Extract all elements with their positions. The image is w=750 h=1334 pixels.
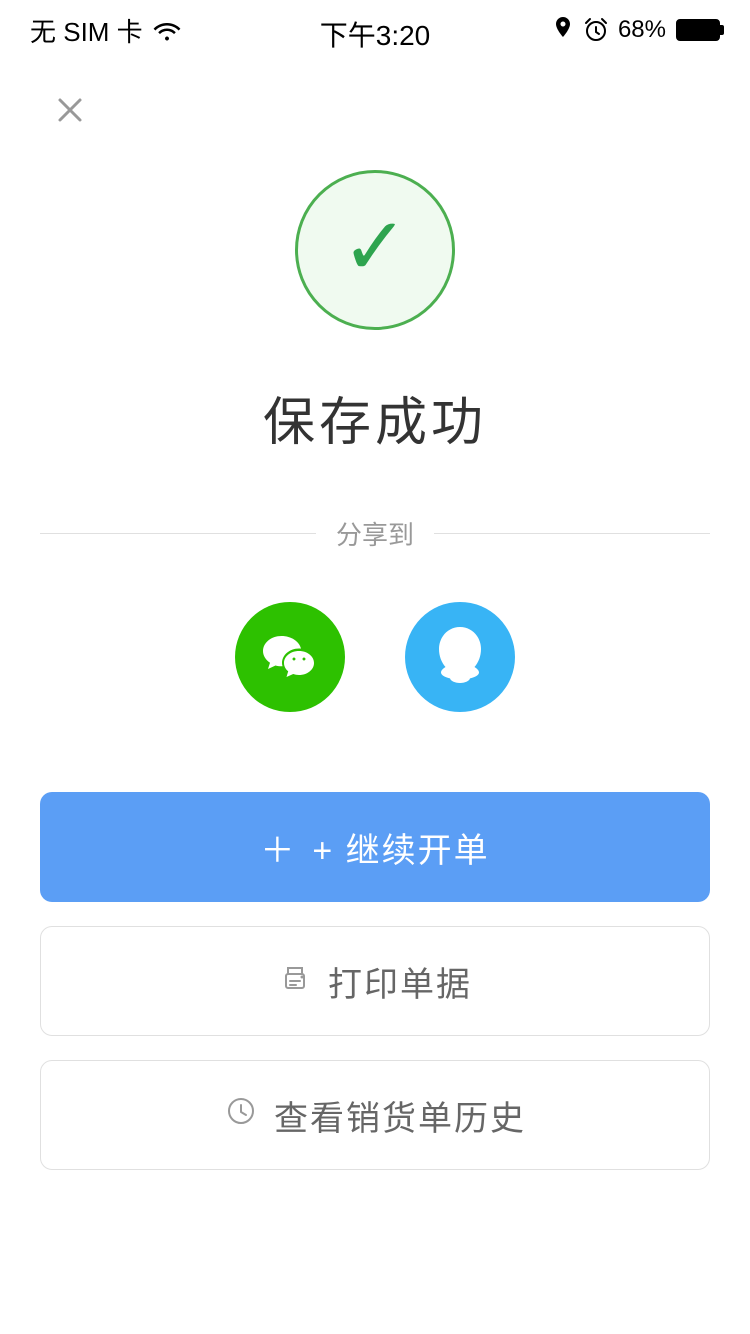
share-icons-container: [235, 602, 515, 712]
main-content: ✓ 保存成功 分享到 ＋ + 继续开单: [0, 60, 750, 1210]
continue-button[interactable]: ＋ + 继续开单: [40, 792, 710, 902]
checkmark-icon: ✓: [341, 207, 408, 287]
qq-share-button[interactable]: [405, 602, 515, 712]
divider-line-right: [434, 533, 710, 534]
success-title: 保存成功: [263, 380, 487, 455]
status-time: 下午3:20: [320, 14, 431, 54]
continue-label: + 继续开单: [312, 823, 489, 872]
print-icon: [278, 960, 312, 1003]
battery-percent: 68%: [618, 16, 666, 44]
wifi-icon: [153, 19, 181, 41]
carrier-text: 无 SIM 卡: [30, 12, 143, 49]
close-button[interactable]: [40, 80, 100, 140]
history-button[interactable]: 查看销货单历史: [40, 1060, 710, 1170]
share-divider: 分享到: [40, 515, 710, 552]
status-right: 68%: [552, 16, 720, 44]
print-label: 打印单据: [328, 957, 472, 1006]
success-circle: ✓: [295, 170, 455, 330]
wechat-share-button[interactable]: [235, 602, 345, 712]
history-icon: [224, 1094, 258, 1137]
action-buttons: ＋ + 继续开单 打印单据: [40, 792, 710, 1170]
history-label: 查看销货单历史: [274, 1091, 526, 1140]
alarm-icon: [584, 17, 608, 43]
location-icon: [552, 17, 574, 43]
status-left: 无 SIM 卡: [30, 12, 181, 49]
status-bar: 无 SIM 卡 下午3:20 68%: [0, 0, 750, 60]
divider-line-left: [40, 533, 316, 534]
print-button[interactable]: 打印单据: [40, 926, 710, 1036]
share-label: 分享到: [316, 515, 434, 552]
battery-icon: [676, 19, 720, 41]
plus-icon: ＋: [260, 823, 296, 872]
